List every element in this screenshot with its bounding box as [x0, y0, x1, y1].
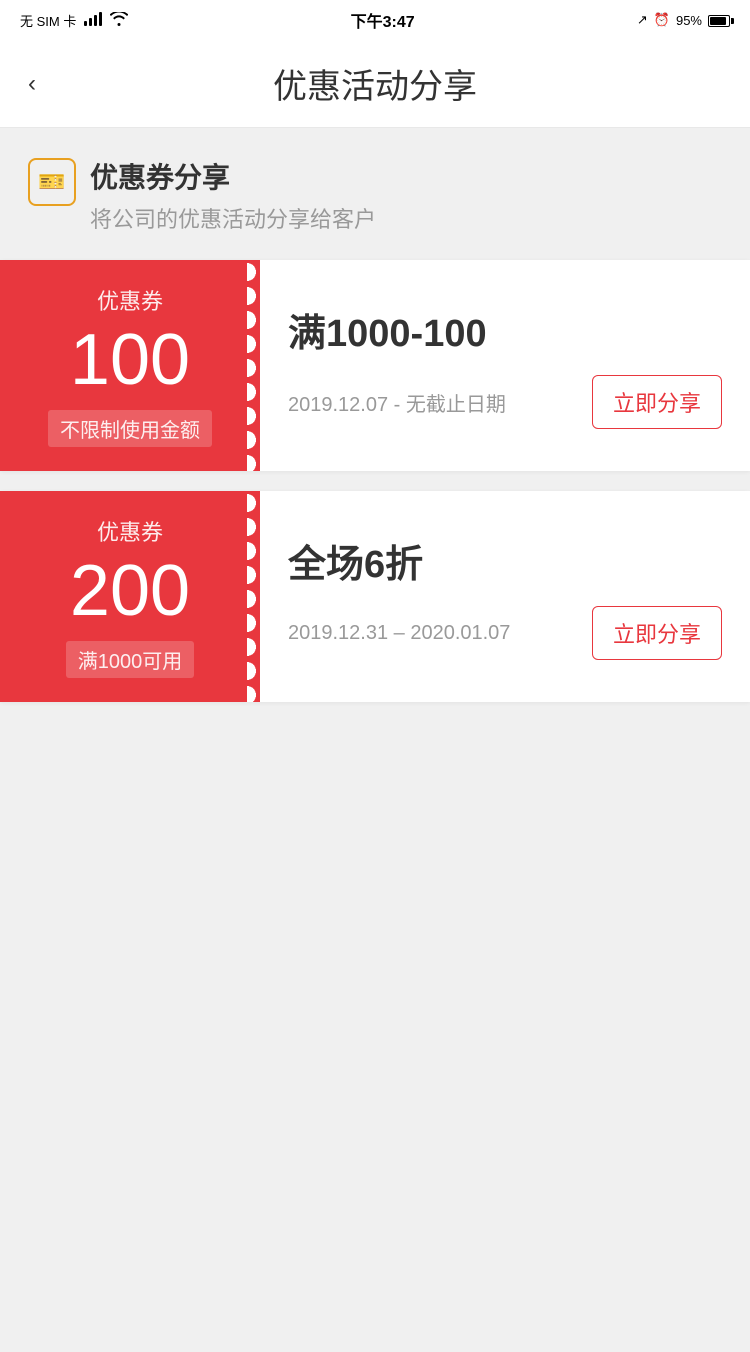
coupon-meta-1: 2019.12.07 - 无截止日期 立即分享: [288, 375, 722, 429]
status-left: 无 SIM 卡: [20, 11, 128, 30]
coupon-right-2: 全场6折 2019.12.31 – 2020.01.07 立即分享: [260, 491, 750, 702]
coupon-type-1: 优惠券: [97, 284, 163, 316]
coupon-date-2: 2019.12.31 – 2020.01.07: [288, 622, 582, 645]
battery-percent: 95%: [676, 13, 702, 28]
section-text: 优惠券分享 将公司的优惠活动分享给客户: [90, 156, 376, 234]
coupon-right-1: 满1000-100 2019.12.07 - 无截止日期 立即分享: [260, 260, 750, 471]
share-button-1[interactable]: 立即分享: [592, 375, 722, 429]
coupon-left-1: 优惠券 100 不限制使用金额: [0, 260, 260, 471]
nav-bar: ‹ 优惠活动分享: [0, 40, 750, 128]
status-right: ↗ ⏰ 95%: [637, 12, 730, 28]
location-icon: ↗: [637, 12, 648, 28]
share-button-2[interactable]: 立即分享: [592, 606, 722, 660]
coupon-left-2: 优惠券 200 满1000可用: [0, 491, 260, 702]
section-subtitle: 将公司的优惠活动分享给客户: [90, 202, 376, 234]
signal-icon: [84, 12, 102, 29]
coupon-amount-1: 100: [70, 324, 190, 396]
back-button[interactable]: ‹: [28, 70, 36, 98]
coupon-condition-2: 满1000可用: [66, 641, 195, 678]
coupon-card-1: 优惠券 100 不限制使用金额 满1000-100 2019.12.07 - 无…: [0, 260, 750, 471]
alarm-icon: ⏰: [654, 12, 670, 28]
coupon-meta-2: 2019.12.31 – 2020.01.07 立即分享: [288, 606, 722, 660]
status-bar: 无 SIM 卡 下午3:47 ↗ ⏰ 95%: [0, 0, 750, 40]
coupon-condition-1: 不限制使用金额: [48, 410, 212, 447]
section-header: 🎫 优惠券分享 将公司的优惠活动分享给客户: [0, 128, 750, 252]
wifi-icon: [110, 12, 128, 29]
carrier-text: 无 SIM 卡: [20, 11, 76, 30]
section-icon: 🎫: [28, 158, 76, 206]
coupon-type-2: 优惠券: [97, 515, 163, 547]
coupon-name-2: 全场6折: [288, 533, 722, 588]
coupon-amount-2: 200: [70, 555, 190, 627]
coupon-card-2: 优惠券 200 满1000可用 全场6折 2019.12.31 – 2020.0…: [0, 491, 750, 702]
section-title: 优惠券分享: [90, 156, 376, 196]
battery-icon: [708, 13, 730, 28]
coupon-name-1: 满1000-100: [288, 302, 722, 357]
coupon-date-1: 2019.12.07 - 无截止日期: [288, 388, 582, 417]
bottom-area: [0, 752, 750, 1352]
cards-container: 优惠券 100 不限制使用金额 满1000-100 2019.12.07 - 无…: [0, 252, 750, 752]
status-time: 下午3:47: [351, 8, 415, 32]
page-title: 优惠活动分享: [273, 59, 477, 108]
